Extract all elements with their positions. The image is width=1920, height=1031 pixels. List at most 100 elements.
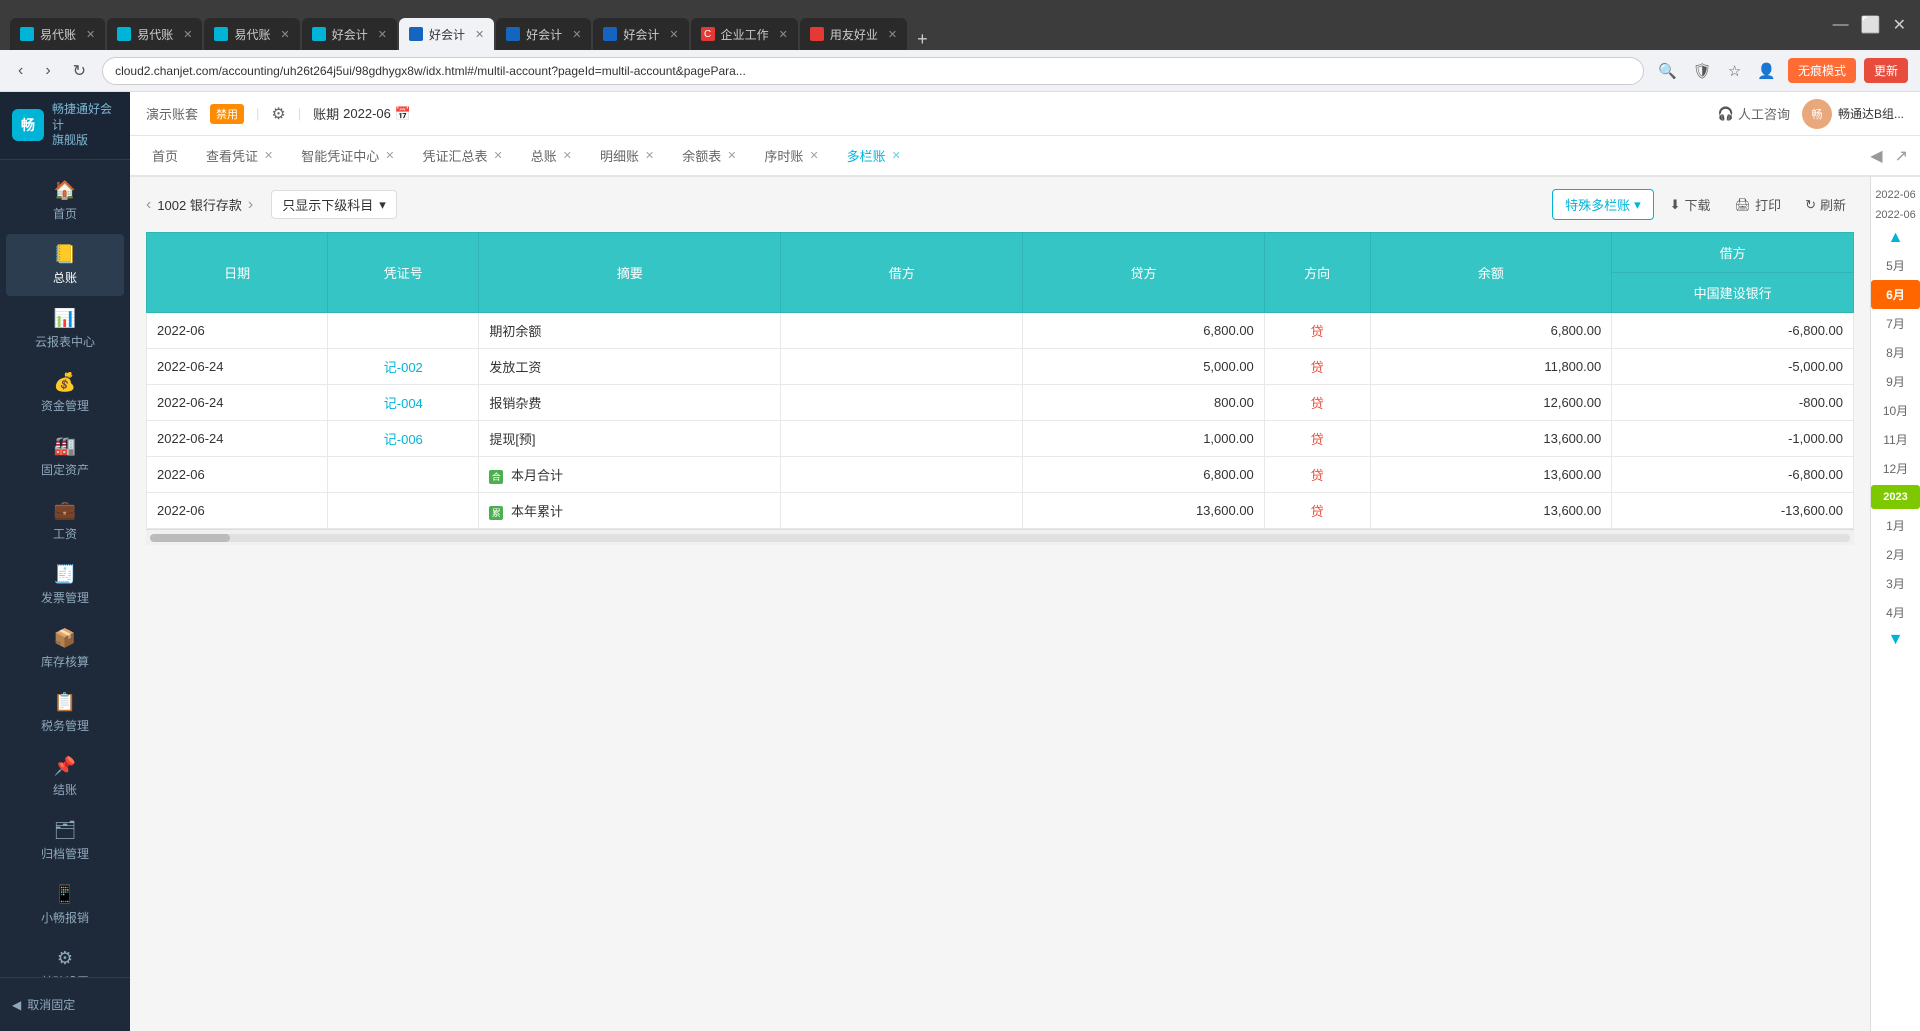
sidebar-item-invoice[interactable]: 🧾 发票管理	[6, 554, 124, 616]
tab-smart-vouchers[interactable]: 智能凭证中心 ✕	[287, 136, 408, 177]
search-icon[interactable]: 🔍	[1654, 58, 1681, 84]
col-header-debit: 借方	[781, 233, 1023, 313]
sidebar-item-tax[interactable]: 📋 税务管理	[6, 682, 124, 744]
tab-close-multi[interactable]: ✕	[892, 149, 901, 162]
print-button[interactable]: 🖨 打印	[1727, 190, 1790, 219]
month-item-6[interactable]: 6月	[1871, 280, 1920, 309]
tab-close-4[interactable]: ✕	[378, 28, 387, 41]
update-button[interactable]: 更新	[1864, 58, 1908, 83]
month-item-9[interactable]: 9月	[1871, 367, 1920, 396]
next-account-button[interactable]: ›	[248, 196, 253, 214]
tab-close-vouchers[interactable]: ✕	[264, 149, 273, 162]
voucher-link[interactable]: 记-002	[384, 360, 423, 375]
refresh-button[interactable]: ↻	[67, 57, 92, 85]
horizontal-scrollbar[interactable]	[146, 529, 1854, 545]
browser-tab-4[interactable]: 好会计 ✕	[302, 18, 397, 50]
incognito-button[interactable]: 无痕模式	[1788, 58, 1856, 83]
month-item-11[interactable]: 11月	[1871, 425, 1920, 454]
month-item-12[interactable]: 12月	[1871, 454, 1920, 483]
sidebar-item-settings[interactable]: ⚙ 基础设置	[6, 938, 124, 977]
tab-close-detail[interactable]: ✕	[645, 149, 654, 162]
archive-icon: 🗂	[54, 820, 77, 841]
browser-tab-1[interactable]: 易代账 ✕	[10, 18, 105, 50]
scrollbar-track	[150, 534, 1850, 542]
sidebar-item-home[interactable]: 🏠 首页	[6, 170, 124, 232]
scroll-up-button[interactable]: ▲	[1884, 225, 1908, 251]
forward-button[interactable]: ›	[39, 58, 56, 84]
sub-account-filter[interactable]: 只显示下级科目 ▾	[271, 190, 397, 219]
browser-tab-8[interactable]: C 企业工作 ✕	[691, 18, 798, 50]
month-item-3[interactable]: 3月	[1871, 569, 1920, 598]
sidebar-item-ledger[interactable]: 📒 总账	[6, 234, 124, 296]
voucher-link[interactable]: 记-004	[384, 396, 423, 411]
voucher-link[interactable]: 记-006	[384, 432, 423, 447]
month-item-8[interactable]: 8月	[1871, 338, 1920, 367]
browser-tab-3[interactable]: 易代账 ✕	[204, 18, 299, 50]
customer-service-button[interactable]: 🎧 人工咨询	[1718, 104, 1790, 123]
download-button[interactable]: ⬇ 下载	[1662, 190, 1719, 219]
tab-close-balance[interactable]: ✕	[727, 149, 736, 162]
minimize-button[interactable]: —	[1829, 12, 1853, 38]
browser-tab-2[interactable]: 易代账 ✕	[107, 18, 202, 50]
tab-close-8[interactable]: ✕	[779, 28, 788, 41]
tab-balance[interactable]: 余额表 ✕	[668, 136, 750, 177]
sidebar-item-archive[interactable]: 🗂 归档管理	[6, 810, 124, 872]
month-item-5[interactable]: 5月	[1871, 251, 1920, 280]
scroll-down-button[interactable]: ▼	[1884, 627, 1908, 653]
tab-close-5[interactable]: ✕	[475, 28, 484, 41]
tab-close-2[interactable]: ✕	[183, 28, 192, 41]
tab-multi-column[interactable]: 多栏账 ✕	[833, 136, 915, 177]
month-item-2[interactable]: 2月	[1871, 540, 1920, 569]
collapse-panel-button[interactable]: ◀	[1866, 142, 1886, 170]
month-item-7[interactable]: 7月	[1871, 309, 1920, 338]
browser-tab-7[interactable]: 好会计 ✕	[593, 18, 688, 50]
profile-icon[interactable]: 👤	[1753, 58, 1780, 84]
month-item-1[interactable]: 1月	[1871, 511, 1920, 540]
tab-close-1[interactable]: ✕	[86, 28, 95, 41]
cell-date: 2022-06-24	[147, 385, 328, 421]
tab-close-sequential[interactable]: ✕	[809, 149, 818, 162]
tab-close-smart[interactable]: ✕	[385, 149, 394, 162]
tab-sequential[interactable]: 序时账 ✕	[750, 136, 832, 177]
browser-tab-9[interactable]: 用友好业 ✕	[800, 18, 907, 50]
tab-close-summary[interactable]: ✕	[494, 149, 503, 162]
browser-tab-6[interactable]: 好会计 ✕	[496, 18, 591, 50]
tab-voucher-summary[interactable]: 凭证汇总表 ✕	[408, 136, 516, 177]
tab-close-9[interactable]: ✕	[888, 28, 897, 41]
sidebar-item-reports[interactable]: 📊 云报表中心	[6, 298, 124, 360]
sidebar-item-payroll[interactable]: 💼 工资	[6, 490, 124, 552]
month-item-4[interactable]: 4月	[1871, 598, 1920, 627]
cell-voucher	[328, 493, 479, 529]
payroll-icon: 💼	[54, 500, 76, 521]
browser-tab-5[interactable]: 好会计 ✕	[399, 18, 494, 50]
refresh-button[interactable]: ↻ 刷新	[1797, 190, 1854, 219]
url-input[interactable]	[102, 57, 1644, 85]
tab-vouchers[interactable]: 查看凭证 ✕	[192, 136, 287, 177]
calendar-icon[interactable]: 📅	[395, 106, 411, 122]
tab-close-6[interactable]: ✕	[572, 28, 581, 41]
tab-home[interactable]: 首页	[138, 136, 192, 177]
sidebar-item-funds[interactable]: 💰 资金管理	[6, 362, 124, 424]
month-item-10[interactable]: 10月	[1871, 396, 1920, 425]
account-settings-button[interactable]: ⚙	[271, 104, 285, 124]
shield-icon[interactable]: 🛡	[1689, 58, 1716, 84]
back-button[interactable]: ‹	[12, 58, 29, 84]
sidebar-item-close-period[interactable]: 📌 结账	[6, 746, 124, 808]
sidebar-item-inventory[interactable]: 📦 库存核算	[6, 618, 124, 680]
tab-close-general[interactable]: ✕	[563, 149, 572, 162]
sidebar-item-assets[interactable]: 🏭 固定资产	[6, 426, 124, 488]
tab-close-3[interactable]: ✕	[280, 28, 289, 41]
unpin-button[interactable]: ◀ 取消固定	[6, 988, 124, 1021]
new-tab-button[interactable]: +	[909, 29, 936, 50]
maximize-button[interactable]: ⬜	[1857, 11, 1885, 39]
special-multi-column-button[interactable]: 特殊多栏账 ▾	[1552, 189, 1654, 220]
sidebar-item-expense[interactable]: 📱 小畅报销	[6, 874, 124, 936]
scrollbar-thumb[interactable]	[150, 534, 230, 542]
expand-panel-button[interactable]: ↗	[1891, 142, 1912, 170]
tab-detail-ledger[interactable]: 明细账 ✕	[586, 136, 668, 177]
prev-account-button[interactable]: ‹	[146, 196, 151, 214]
close-window-button[interactable]: ✕	[1889, 11, 1910, 39]
tab-general-ledger[interactable]: 总账 ✕	[517, 136, 586, 177]
tab-close-7[interactable]: ✕	[669, 28, 678, 41]
star-icon[interactable]: ☆	[1724, 58, 1745, 84]
